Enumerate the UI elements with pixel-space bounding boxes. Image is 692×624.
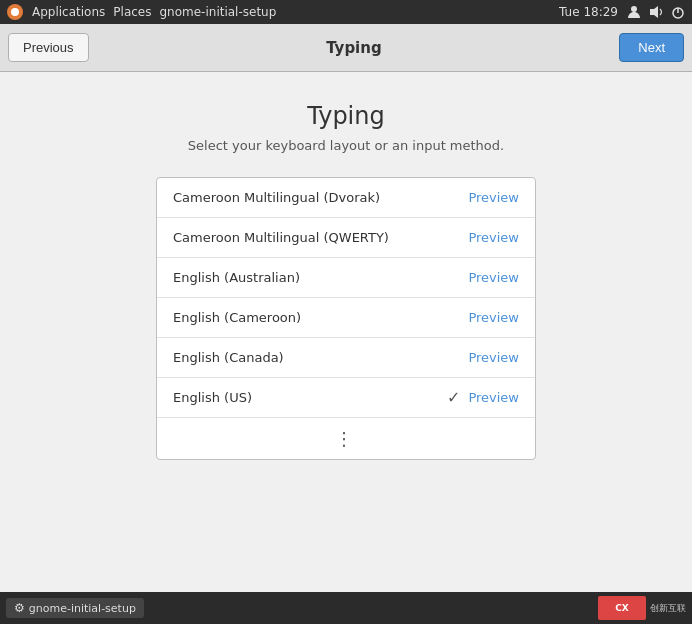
layout-label: English (US)	[173, 390, 447, 405]
topbar-left: Applications Places gnome-initial-setup	[6, 3, 276, 21]
next-button[interactable]: Next	[619, 33, 684, 62]
layout-label: Cameroon Multilingual (QWERTY)	[173, 230, 468, 245]
show-more-row[interactable]: ⋮	[157, 418, 535, 459]
page-subtitle: Select your keyboard layout or an input …	[188, 138, 504, 153]
preview-link-0[interactable]: Preview	[468, 190, 519, 205]
system-icon	[6, 3, 24, 21]
main-content: Typing Select your keyboard layout or an…	[0, 72, 692, 592]
list-item[interactable]: English (Canada) Preview	[157, 338, 535, 378]
keyboard-layout-list: Cameroon Multilingual (Dvorak) Preview C…	[156, 177, 536, 460]
app-name-menu[interactable]: gnome-initial-setup	[159, 5, 276, 19]
svg-marker-2	[650, 6, 658, 18]
layout-label: English (Cameroon)	[173, 310, 468, 325]
watermark-text: 创新互联	[650, 602, 686, 615]
list-item[interactable]: English (Cameroon) Preview	[157, 298, 535, 338]
preview-link-5[interactable]: Preview	[468, 390, 519, 405]
page-title: Typing	[307, 102, 384, 130]
power-icon[interactable]	[670, 4, 686, 20]
preview-link-2[interactable]: Preview	[468, 270, 519, 285]
preview-link-3[interactable]: Preview	[468, 310, 519, 325]
list-item[interactable]: English (Australian) Preview	[157, 258, 535, 298]
applications-menu[interactable]: Applications	[32, 5, 105, 19]
selected-checkmark-icon: ✓	[447, 388, 460, 407]
layout-label: English (Australian)	[173, 270, 468, 285]
clock-display: Tue 18:29	[559, 5, 618, 19]
places-menu[interactable]: Places	[113, 5, 151, 19]
list-item[interactable]: Cameroon Multilingual (QWERTY) Preview	[157, 218, 535, 258]
watermark-area: CX 创新互联	[598, 596, 686, 620]
taskbar-app-icon: ⚙	[14, 601, 25, 615]
volume-icon[interactable]	[648, 4, 664, 20]
watermark-logo: CX	[598, 596, 646, 620]
more-dots-icon: ⋮	[335, 428, 357, 449]
previous-button[interactable]: Previous	[8, 33, 89, 62]
list-item-selected[interactable]: English (US) ✓ Preview	[157, 378, 535, 418]
topbar-icons	[626, 4, 686, 20]
headerbar: Previous Typing Next	[0, 24, 692, 72]
layout-label: Cameroon Multilingual (Dvorak)	[173, 190, 468, 205]
taskbar-app-item[interactable]: ⚙ gnome-initial-setup	[6, 598, 144, 618]
system-topbar: Applications Places gnome-initial-setup …	[0, 0, 692, 24]
svg-point-1	[631, 6, 637, 12]
preview-link-4[interactable]: Preview	[468, 350, 519, 365]
taskbar-app-label: gnome-initial-setup	[29, 602, 136, 615]
layout-label: English (Canada)	[173, 350, 468, 365]
preview-link-1[interactable]: Preview	[468, 230, 519, 245]
taskbar: ⚙ gnome-initial-setup CX 创新互联	[0, 592, 692, 624]
list-item[interactable]: Cameroon Multilingual (Dvorak) Preview	[157, 178, 535, 218]
headerbar-title: Typing	[326, 39, 382, 57]
user-accounts-icon[interactable]	[626, 4, 642, 20]
topbar-right: Tue 18:29	[559, 4, 686, 20]
